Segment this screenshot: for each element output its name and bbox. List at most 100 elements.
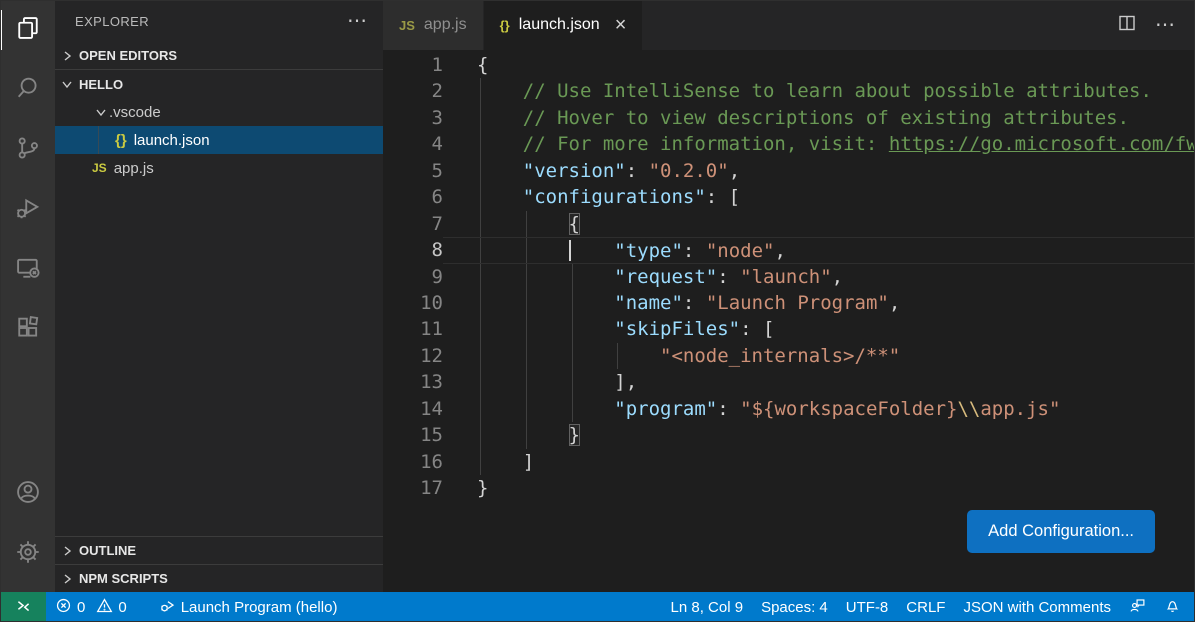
code-line-3[interactable]: 3 // Hover to view descriptions of exist… [383, 105, 1195, 131]
account-icon [14, 478, 42, 511]
encoding-status[interactable]: UTF-8 [837, 592, 898, 622]
section-label: OPEN EDITORS [79, 48, 177, 63]
code-line-15[interactable]: 15 } [383, 422, 1195, 448]
code-line-14[interactable]: 14 "program": "${workspaceFolder}\\app.j… [383, 396, 1195, 422]
line-number: 2 [383, 78, 443, 104]
code-line-8[interactable]: 8 "type": "node", [383, 237, 1195, 263]
indent-guide [572, 316, 573, 342]
line-number: 11 [383, 316, 443, 342]
line-number: 10 [383, 290, 443, 316]
sidebar-empty-area[interactable] [55, 184, 383, 536]
tab-app-js[interactable]: JS app.js [383, 0, 484, 50]
line-number: 5 [383, 158, 443, 184]
code-line-5[interactable]: 5 "version": "0.2.0", [383, 158, 1195, 184]
code-editor[interactable]: 1{2 // Use IntelliSense to learn about p… [383, 50, 1195, 592]
code-token [477, 266, 614, 288]
problems-status[interactable]: 0 0 [46, 592, 136, 622]
code-line-4[interactable]: 4 // For more information, visit: https:… [383, 131, 1195, 157]
eol-status[interactable]: CRLF [897, 592, 954, 622]
code-token: "version" [523, 160, 626, 182]
code-token [477, 318, 614, 340]
notifications-status[interactable] [1155, 592, 1195, 622]
sidebar-more-actions-icon[interactable]: ⋯ [347, 16, 369, 26]
file-tree: .vscode {} launch.json JS app.js [55, 98, 383, 184]
code-token: "name" [614, 292, 683, 314]
split-editor-icon[interactable] [1117, 13, 1137, 38]
warning-icon [96, 597, 113, 618]
file-label: launch.json [134, 132, 210, 149]
cursor-position-status[interactable]: Ln 8, Col 9 [662, 592, 753, 622]
line-number: 1 [383, 52, 443, 78]
code-token [477, 186, 523, 208]
section-workspace-hello[interactable]: HELLO [55, 70, 383, 98]
code-line-11[interactable]: 11 "skipFiles": [ [383, 316, 1195, 342]
debug-play-icon [159, 597, 176, 618]
code-line-6[interactable]: 6 "configurations": [ [383, 184, 1195, 210]
code-line-1[interactable]: 1{ [383, 52, 1195, 78]
indentation-status[interactable]: Spaces: 4 [752, 592, 837, 622]
indent-guide [480, 238, 481, 262]
chevron-down-icon [59, 76, 75, 92]
code-line-13[interactable]: 13 ], [383, 369, 1195, 395]
indent-guide [526, 369, 527, 395]
code-token: "configurations" [523, 186, 706, 208]
activity-item-run-debug[interactable] [0, 180, 55, 240]
code-line-12[interactable]: 12 "<node_internals>/**" [383, 343, 1195, 369]
code-token: "program" [614, 398, 717, 420]
gear-icon [14, 538, 42, 571]
activity-item-extensions[interactable] [0, 300, 55, 360]
tab-label: launch.json [519, 16, 600, 34]
indent-guide [480, 184, 481, 210]
debug-status[interactable]: Launch Program (hello) [150, 592, 347, 622]
search-icon [14, 74, 42, 107]
code-line-16[interactable]: 16 ] [383, 449, 1195, 475]
code-token: , [889, 292, 900, 314]
section-open-editors[interactable]: OPEN EDITORS [55, 42, 383, 70]
line-number: 9 [383, 264, 443, 290]
activity-item-search[interactable] [0, 60, 55, 120]
line-number: 16 [383, 449, 443, 475]
line-number: 17 [383, 475, 443, 501]
activity-item-settings[interactable] [0, 524, 55, 584]
code-line-17[interactable]: 17} [383, 475, 1195, 501]
code-token: "Launch Program" [706, 292, 889, 314]
code-line-2[interactable]: 2 // Use IntelliSense to learn about pos… [383, 78, 1195, 104]
editor-more-actions-icon[interactable]: ⋯ [1155, 20, 1177, 30]
line-number: 13 [383, 369, 443, 395]
activity-item-explorer[interactable] [0, 0, 55, 60]
language-mode-label: JSON with Comments [963, 599, 1111, 616]
code-token: , [729, 160, 740, 182]
code-line-9[interactable]: 9 "request": "launch", [383, 264, 1195, 290]
tree-item-vscode-folder[interactable]: .vscode [55, 98, 383, 126]
code-token: , [774, 240, 785, 262]
section-outline[interactable]: OUTLINE [55, 536, 383, 564]
line-number: 4 [383, 131, 443, 157]
sidebar-title: EXPLORER [75, 14, 149, 29]
code-line-7[interactable]: 7 { [383, 211, 1195, 237]
chevron-right-icon [59, 48, 75, 64]
close-icon[interactable]: × [615, 15, 627, 35]
bell-icon [1164, 597, 1181, 618]
remote-indicator[interactable] [0, 592, 46, 622]
code-line-10[interactable]: 10 "name": "Launch Program", [383, 290, 1195, 316]
tree-item-launch-json[interactable]: {} launch.json [55, 126, 383, 154]
tab-launch-json[interactable]: {} launch.json × [484, 0, 643, 50]
code-token: "request" [614, 266, 717, 288]
language-mode-status[interactable]: JSON with Comments [954, 592, 1120, 622]
activity-item-accounts[interactable] [0, 464, 55, 524]
tree-item-app-js[interactable]: JS app.js [55, 154, 383, 182]
add-configuration-button[interactable]: Add Configuration... [967, 510, 1155, 553]
chevron-right-icon [59, 571, 75, 587]
code-token: "node" [706, 240, 775, 262]
code-token: https://go.microsoft.com/fwlink [889, 133, 1195, 155]
section-npm-scripts[interactable]: NPM SCRIPTS [55, 564, 383, 592]
activity-item-source-control[interactable] [0, 120, 55, 180]
indent-guide [480, 316, 481, 342]
line-number: 14 [383, 396, 443, 422]
activity-item-remote-explorer[interactable] [0, 240, 55, 300]
indent-guide [617, 343, 618, 369]
section-label: OUTLINE [79, 543, 136, 558]
code-token [477, 160, 523, 182]
code-token: // Hover to view descriptions of existin… [477, 107, 1129, 129]
feedback-status[interactable] [1120, 592, 1155, 622]
